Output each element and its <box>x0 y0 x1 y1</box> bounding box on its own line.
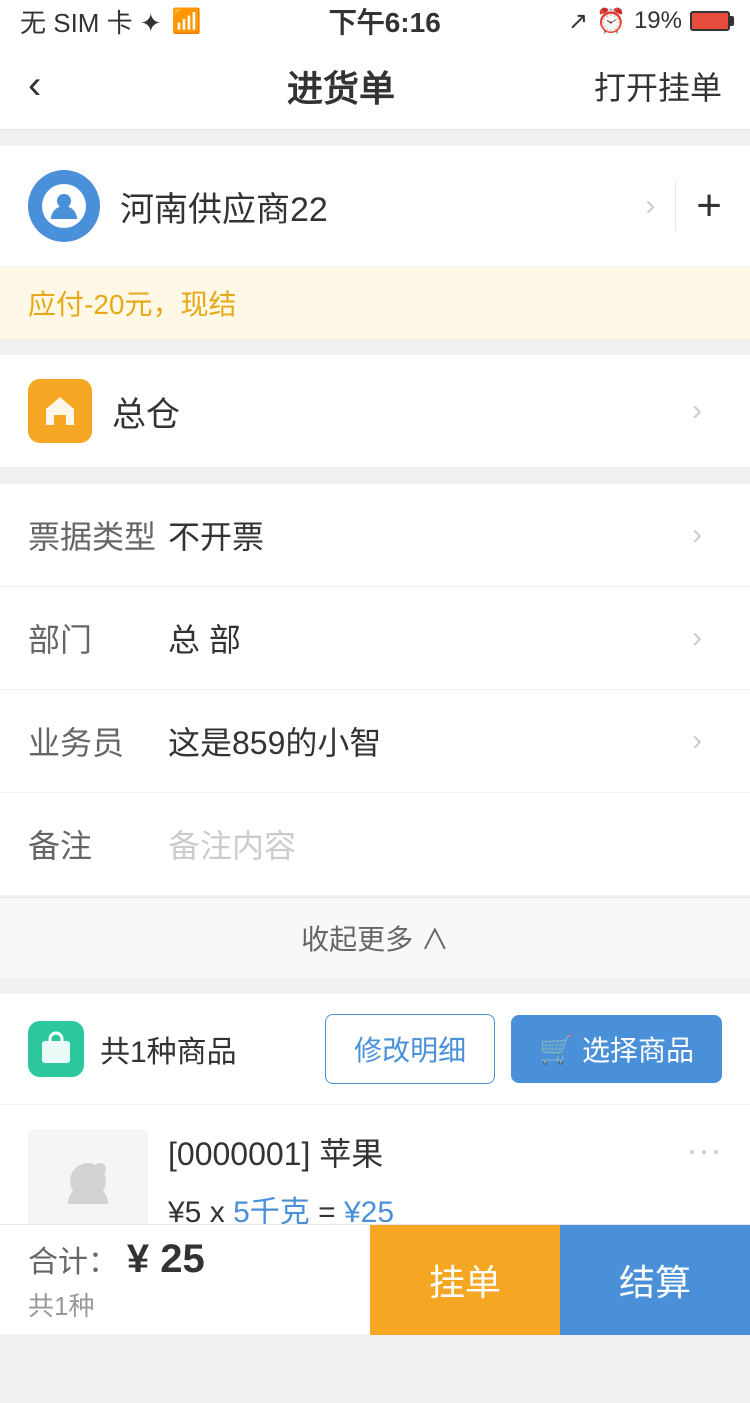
product-name: [0000001] 苹果 <box>168 1129 656 1175</box>
product-more-button[interactable]: ··· <box>676 1129 722 1171</box>
salesperson-chevron-icon: › <box>692 724 702 758</box>
product-code: [0000001] <box>168 1136 310 1172</box>
supplier-section: 河南供应商22 › + 应付-20元，现结 <box>0 146 750 339</box>
warehouse-chevron-icon: › <box>692 394 702 428</box>
add-supplier-button[interactable]: + <box>675 181 722 231</box>
bottom-bar: 合计： ¥ 25 共1种 挂单 结算 <box>0 1224 750 1334</box>
product-count-label: 共1种商品 <box>100 1027 309 1071</box>
salesperson-value: 这是859的小智 <box>168 718 692 764</box>
gap-2 <box>0 339 750 355</box>
total-amount: ¥ 25 <box>127 1237 205 1281</box>
cart-icon: 🛒 <box>539 1033 574 1066</box>
page-title: 进货单 <box>287 60 395 112</box>
back-button[interactable]: ‹ <box>28 63 88 108</box>
avatar-icon <box>42 184 86 228</box>
collapse-bar[interactable]: 收起更多 ∧ <box>0 897 750 978</box>
sim-label: 无 SIM 卡 ✦ <box>20 3 162 40</box>
alarm-icon: ⏰ <box>596 7 626 36</box>
warehouse-section[interactable]: 总仓 › <box>0 355 750 467</box>
hang-button[interactable]: 挂单 <box>370 1225 560 1335</box>
remark-row[interactable]: 备注 备注内容 <box>0 792 750 895</box>
battery-icon <box>690 11 730 31</box>
product-title: 苹果 <box>319 1136 383 1172</box>
total-count: 共1种 <box>28 1286 342 1323</box>
form-section: 票据类型 不开票 › 部门 总 部 › 业务员 这是859的小智 › 备注 备注… <box>0 483 750 895</box>
gap-3 <box>0 467 750 483</box>
total-line: 合计： ¥ 25 <box>28 1237 342 1282</box>
gap-1 <box>0 130 750 146</box>
status-bar: 无 SIM 卡 ✦ 📶 下午6:16 ↗ ⏰ 19% <box>0 0 750 42</box>
nav-bar: ‹ 进货单 打开挂单 <box>0 42 750 130</box>
salesperson-row[interactable]: 业务员 这是859的小智 › <box>0 689 750 792</box>
warehouse-row[interactable]: 总仓 › <box>0 355 750 467</box>
notice-bar: 应付-20元，现结 <box>0 267 750 339</box>
location-icon: ↗ <box>568 7 588 36</box>
department-value: 总 部 <box>168 615 692 661</box>
supplier-row[interactable]: 河南供应商22 › + <box>0 146 750 267</box>
product-info: [0000001] 苹果 ¥5 x 5千克 = ¥25 <box>168 1129 656 1231</box>
status-time: 下午6:16 <box>329 1 441 41</box>
edit-detail-button[interactable]: 修改明细 <box>325 1014 495 1084</box>
salesperson-label: 业务员 <box>28 718 168 764</box>
checkout-button[interactable]: 结算 <box>560 1225 750 1335</box>
invoice-type-chevron-icon: › <box>692 518 702 552</box>
total-section: 合计： ¥ 25 共1种 <box>0 1237 370 1323</box>
status-left: 无 SIM 卡 ✦ 📶 <box>20 3 202 40</box>
department-chevron-icon: › <box>692 621 702 655</box>
open-hang-button[interactable]: 打开挂单 <box>594 63 722 109</box>
remark-label: 备注 <box>28 821 168 867</box>
total-label: 合计： <box>28 1246 118 1279</box>
department-label: 部门 <box>28 615 168 661</box>
product-count-icon <box>28 1021 84 1077</box>
remark-placeholder[interactable]: 备注内容 <box>168 821 722 867</box>
invoice-type-row[interactable]: 票据类型 不开票 › <box>0 483 750 586</box>
invoice-type-label: 票据类型 <box>28 512 168 558</box>
warehouse-icon <box>28 379 92 443</box>
wifi-icon: 📶 <box>172 7 202 36</box>
select-product-label: 选择商品 <box>582 1029 694 1069</box>
warehouse-name: 总仓 <box>112 387 692 436</box>
gap-4 <box>0 978 750 994</box>
status-right: ↗ ⏰ 19% <box>568 7 730 36</box>
chevron-right-icon: › <box>645 189 655 223</box>
invoice-type-value: 不开票 <box>168 512 692 558</box>
select-product-button[interactable]: 🛒 选择商品 <box>511 1015 722 1083</box>
supplier-name: 河南供应商22 <box>120 182 645 231</box>
battery-percent: 19% <box>634 7 682 35</box>
product-header: 共1种商品 修改明细 🛒 选择商品 <box>0 994 750 1104</box>
department-row[interactable]: 部门 总 部 › <box>0 586 750 689</box>
avatar <box>28 170 100 242</box>
